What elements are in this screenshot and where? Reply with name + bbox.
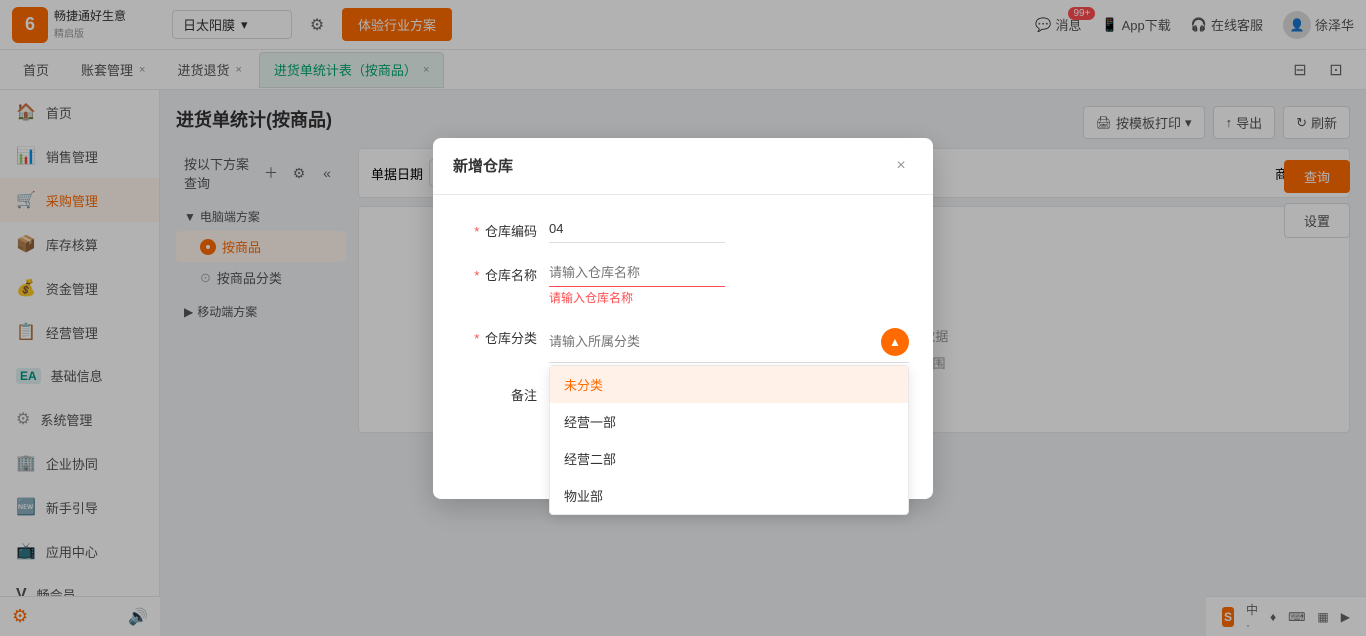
dropdown-option-unclassified[interactable]: 未分类: [550, 366, 908, 403]
category-required-star: *: [474, 331, 479, 346]
modal-new-warehouse: 新增仓库 × * 仓库编码 * 仓库名称: [433, 138, 933, 499]
remark-label: 备注: [457, 379, 537, 404]
name-label: * 仓库名称: [457, 259, 537, 284]
category-label: * 仓库分类: [457, 322, 537, 347]
modal-close-button[interactable]: ×: [889, 154, 913, 178]
name-input[interactable]: [549, 259, 725, 287]
modal-title: 新增仓库: [453, 155, 513, 176]
category-dropdown-trigger[interactable]: ▲: [549, 322, 909, 363]
category-dropdown-arrow[interactable]: ▲: [881, 328, 909, 356]
name-field-row: * 仓库名称 请输入仓库名称: [457, 259, 909, 306]
code-field-wrap: [549, 215, 909, 243]
code-input[interactable]: [549, 215, 725, 243]
modal-header: 新增仓库 ×: [433, 138, 933, 195]
dropdown-option-property[interactable]: 物业部: [550, 477, 908, 514]
category-dropdown-list: 未分类 经营一部 经营二部 物业部: [549, 365, 909, 515]
name-required-star: *: [474, 268, 479, 283]
dropdown-option-dept1[interactable]: 经营一部: [550, 403, 908, 440]
code-required-star: *: [474, 224, 479, 239]
code-field-row: * 仓库编码: [457, 215, 909, 243]
name-field-wrap: 请输入仓库名称: [549, 259, 909, 306]
category-input[interactable]: [549, 334, 881, 349]
category-field-wrap: ▲ 未分类 经营一部 经营二部 物业部: [549, 322, 909, 363]
name-error-msg: 请输入仓库名称: [549, 289, 909, 306]
modal-overlay[interactable]: 新增仓库 × * 仓库编码 * 仓库名称: [0, 0, 1366, 636]
dropdown-option-dept2[interactable]: 经营二部: [550, 440, 908, 477]
code-label: * 仓库编码: [457, 215, 537, 240]
category-field-row: * 仓库分类 ▲ 未分类 经营一部 经营二部 物业部: [457, 322, 909, 363]
modal-body: * 仓库编码 * 仓库名称 请输入仓库名称: [433, 195, 933, 443]
